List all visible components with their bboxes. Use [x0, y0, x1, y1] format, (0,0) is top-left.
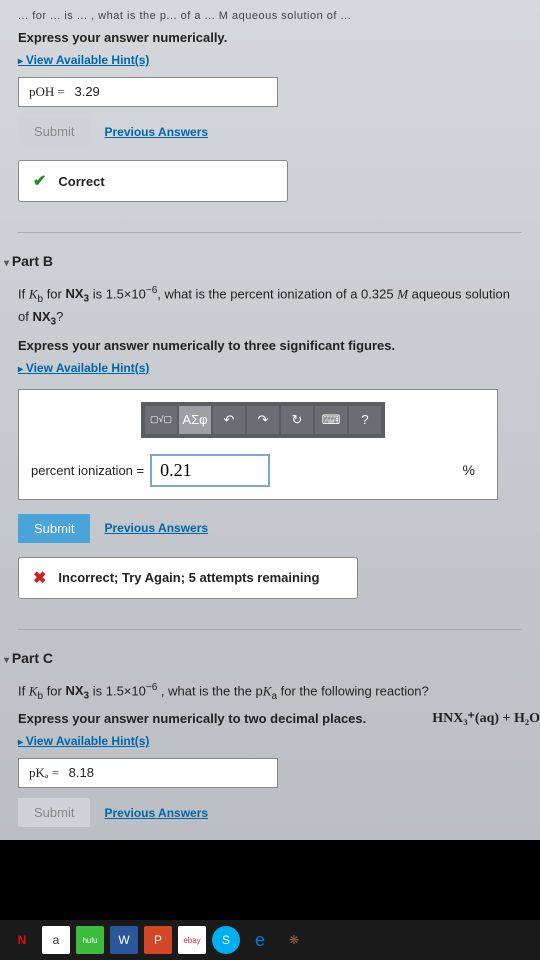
part-a-instruction: Express your answer numerically. — [18, 30, 522, 45]
amazon-icon[interactable]: a — [42, 926, 70, 954]
netflix-icon[interactable]: N — [8, 926, 36, 954]
word-icon[interactable]: W — [110, 926, 138, 954]
correct-text: Correct — [58, 174, 104, 189]
x-icon: ✖ — [33, 568, 46, 588]
feedback-correct: ✔ Correct — [18, 160, 288, 202]
fraction-tool[interactable]: ▢√▢ — [145, 406, 177, 434]
powerpoint-icon[interactable]: P — [144, 926, 172, 954]
part-b-question: If Kb for NX3 is 1.5×10−6, what is the p… — [18, 283, 522, 330]
prev-answers-a[interactable]: Previous Answers — [104, 125, 208, 139]
prev-answers-b[interactable]: Previous Answers — [104, 521, 208, 535]
ebay-icon[interactable]: ebay — [178, 926, 206, 954]
keyboard-tool[interactable]: ⌨ — [315, 406, 347, 434]
edge-icon[interactable]: e — [246, 926, 274, 954]
poh-value: 3.29 — [74, 84, 99, 99]
submit-button-b[interactable]: Submit — [18, 514, 90, 543]
hulu-icon[interactable]: hulu — [76, 926, 104, 954]
skype-icon[interactable]: S — [212, 926, 240, 954]
prev-answers-c[interactable]: Previous Answers — [104, 806, 208, 820]
undo-tool[interactable]: ↶ — [213, 406, 245, 434]
percent-label: percent ionization = — [31, 463, 144, 478]
hints-link-b[interactable]: View Available Hint(s) — [18, 361, 522, 375]
poh-answer-box: pOH = 3.29 — [18, 77, 278, 107]
screen-bottom — [0, 840, 540, 920]
redo-tool[interactable]: ↷ — [247, 406, 279, 434]
pka-label: pKₐ = — [29, 765, 59, 780]
math-input-box: ▢√▢ ΑΣφ ↶ ↷ ↻ ⌨ ? percent ionization = % — [18, 389, 498, 500]
submit-button-a: Submit — [18, 117, 90, 146]
pka-value: 8.18 — [69, 765, 94, 780]
part-c-question: If Kb for NX3 is 1.5×10−6 , what is the … — [18, 680, 522, 704]
part-b-header[interactable]: Part B — [18, 232, 522, 269]
greek-tool[interactable]: ΑΣφ — [179, 406, 211, 434]
hints-link-c[interactable]: View Available Hint(s) — [18, 734, 522, 748]
percent-unit: % — [463, 462, 485, 478]
poh-label: pOH = — [29, 84, 65, 99]
percent-input[interactable] — [150, 454, 270, 487]
cutoff-text: ... for ... is ... , what is the p... of… — [18, 10, 522, 22]
part-b-instruction: Express your answer numerically to three… — [18, 338, 522, 353]
feedback-incorrect: ✖ Incorrect; Try Again; 5 attempts remai… — [18, 557, 358, 599]
submit-button-c: Submit — [18, 798, 90, 827]
pka-answer-box: pKₐ = 8.18 — [18, 758, 278, 788]
math-toolbar: ▢√▢ ΑΣφ ↶ ↷ ↻ ⌨ ? — [141, 402, 385, 438]
help-tool[interactable]: ? — [349, 406, 381, 434]
equation: HNX₃⁺(aq) + H₂O — [432, 710, 540, 727]
taskbar: N a hulu W P ebay S e ❋ — [0, 920, 540, 960]
reset-tool[interactable]: ↻ — [281, 406, 313, 434]
hints-link-a[interactable]: View Available Hint(s) — [18, 53, 522, 67]
part-c-header[interactable]: Part C — [18, 629, 522, 666]
app-icon[interactable]: ❋ — [280, 926, 308, 954]
incorrect-text: Incorrect; Try Again; 5 attempts remaini… — [58, 570, 319, 585]
check-icon: ✔ — [33, 171, 46, 191]
